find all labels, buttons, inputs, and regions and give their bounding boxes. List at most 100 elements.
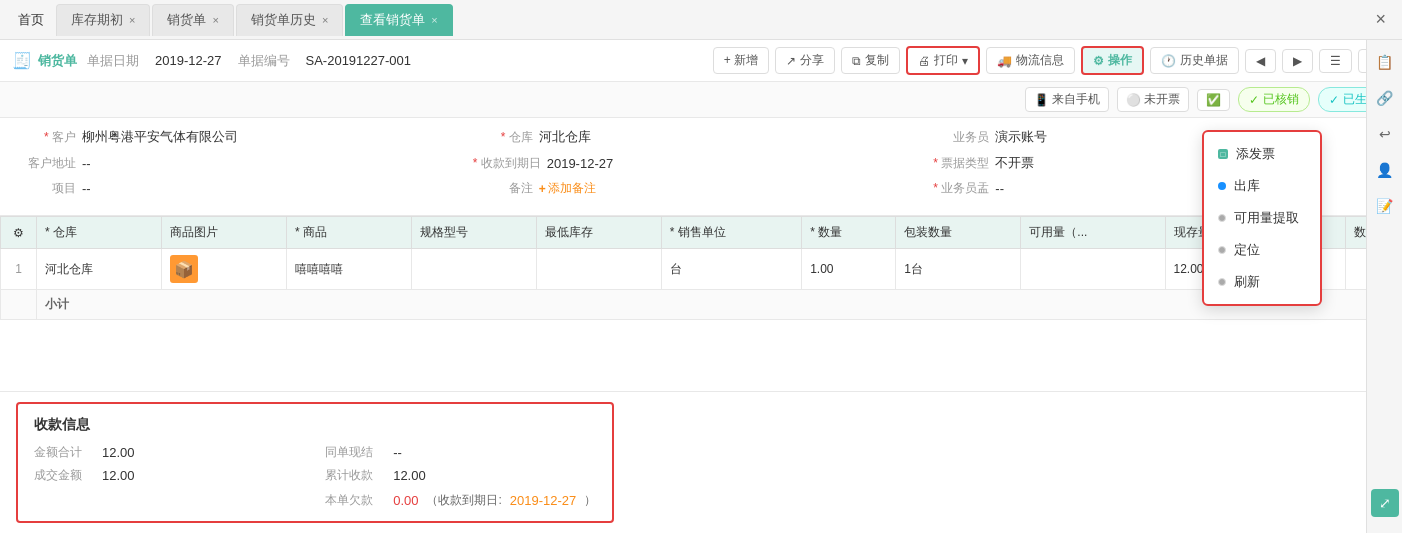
form-row-3: 项目 -- 备注 + 添加备注 业务员盂 -- xyxy=(16,180,1386,197)
note-label: 备注 xyxy=(473,180,533,197)
row-warehouse: 河北仓库 xyxy=(37,249,162,290)
history-button[interactable]: 🕐 历史单据 xyxy=(1150,47,1239,74)
locate-icon xyxy=(1218,246,1226,254)
ticket-type-value: 不开票 xyxy=(995,154,1034,172)
due-date-label: 收款到期日 xyxy=(473,155,541,172)
tab-view-sales-close[interactable]: × xyxy=(431,14,437,26)
share-button[interactable]: ↗ 分享 xyxy=(775,47,835,74)
table-header-row: ⚙ * 仓库 商品图片 * 商品 规格型号 最低库存 * 销售单位 * 数量 包… xyxy=(1,217,1402,249)
sidebar-icon-1[interactable]: 📋 xyxy=(1371,48,1399,76)
sidebar-icon-5[interactable]: 📝 xyxy=(1371,192,1399,220)
operation-icon: ⚙ xyxy=(1093,54,1104,68)
row-num: 1 xyxy=(1,249,37,290)
tab-inventory-label: 库存期初 xyxy=(71,11,123,29)
same-order-label: 同单现结 xyxy=(325,444,385,461)
tab-sales-history-label: 销货单历史 xyxy=(251,11,316,29)
customer-value: 柳州粤港平安气体有限公司 xyxy=(82,128,238,146)
verified-icon: ✓ xyxy=(1249,93,1259,107)
locate-label: 定位 xyxy=(1234,241,1260,259)
sidebar-icon-4[interactable]: 👤 xyxy=(1371,156,1399,184)
tab-view-sales[interactable]: 查看销货单 × xyxy=(345,4,452,36)
row-qty: 1.00 xyxy=(802,249,896,290)
dropdown-locate[interactable]: 定位 xyxy=(1204,234,1320,266)
subtotal-label: 小计 xyxy=(37,290,1402,320)
add-button[interactable]: + 新增 xyxy=(713,47,769,74)
tab-bar: 首页 库存期初 × 销货单 × 销货单历史 × 查看销货单 × × xyxy=(0,0,1402,40)
col-available: 可用量（... xyxy=(1021,217,1165,249)
sidebar-icon-expand[interactable]: ⤢ xyxy=(1371,489,1399,517)
doc-meta: 单据日期 2019-12-27 单据编号 SA-20191227-001 xyxy=(87,52,411,70)
sidebar-icon-3[interactable]: ↩ xyxy=(1371,120,1399,148)
col-product-img: 商品图片 xyxy=(161,217,286,249)
tab-sales-history-close[interactable]: × xyxy=(322,14,328,26)
out-warehouse-label: 出库 xyxy=(1234,177,1260,195)
date-label: 单据日期 xyxy=(87,52,139,70)
product-table: ⚙ * 仓库 商品图片 * 商品 规格型号 最低库存 * 销售单位 * 数量 包… xyxy=(0,216,1402,320)
total-label: 金额合计 xyxy=(34,444,94,461)
dropdown-out-warehouse[interactable]: 出库 xyxy=(1204,170,1320,202)
same-order-row: 同单现结 -- xyxy=(325,444,596,461)
project-field: 项目 -- xyxy=(16,180,473,197)
form-row-2: 客户地址 -- 收款到期日 2019-12-27 票据类型 不开票 xyxy=(16,154,1386,172)
cumulative-label: 累计收款 xyxy=(325,467,385,484)
number-value: SA-20191227-001 xyxy=(306,53,412,68)
add-note-button[interactable]: + 添加备注 xyxy=(539,180,596,197)
grid-view-button[interactable]: ☰ xyxy=(1319,49,1352,73)
toolbar-row1: 🧾 销货单 单据日期 2019-12-27 单据编号 SA-20191227-0… xyxy=(0,40,1402,82)
from-phone-button[interactable]: 📱 来自手机 xyxy=(1025,87,1109,112)
phone-icon: 📱 xyxy=(1034,93,1049,107)
col-gear: ⚙ xyxy=(1,217,37,249)
toolbar-actions: + 新增 ↗ 分享 ⧉ 复制 🖨 打印 ▾ 🚚 物流信息 xyxy=(713,46,1390,75)
not-opened-button[interactable]: ⚪ 未开票 xyxy=(1117,87,1189,112)
tab-sales-close[interactable]: × xyxy=(212,14,218,26)
available-pickup-label: 可用量提取 xyxy=(1234,209,1299,227)
customer-label: 客户 xyxy=(16,129,76,146)
doc-type-label: 销货单 xyxy=(38,52,77,70)
refresh-label: 刷新 xyxy=(1234,273,1260,291)
plus-icon: + xyxy=(539,182,546,196)
table-row: 1 河北仓库 📦 嘻嘻嘻嘻 台 1.00 1台 xyxy=(1,249,1402,290)
transaction-value: 12.00 xyxy=(102,468,135,483)
payment-title: 收款信息 xyxy=(34,416,596,434)
number-label: 单据编号 xyxy=(238,52,290,70)
col-product: * 商品 xyxy=(286,217,411,249)
copy-icon: ⧉ xyxy=(852,54,861,68)
out-warehouse-icon xyxy=(1218,182,1226,190)
prev-button[interactable]: ◀ xyxy=(1245,49,1276,73)
row-product-img: 📦 xyxy=(161,249,286,290)
staff-value: 演示账号 xyxy=(995,128,1047,146)
sidebar-icon-2[interactable]: 🔗 xyxy=(1371,84,1399,112)
tab-inventory[interactable]: 库存期初 × xyxy=(56,4,150,36)
close-window-button[interactable]: × xyxy=(1367,9,1394,30)
tab-inventory-close[interactable]: × xyxy=(129,14,135,26)
project-label: 项目 xyxy=(16,180,76,197)
staff-label: 业务员 xyxy=(929,129,989,146)
add-invoice-icon: □ xyxy=(1218,149,1228,159)
effective-icon: ✓ xyxy=(1329,93,1339,107)
check-icon-button[interactable]: ✅ xyxy=(1197,89,1230,111)
dropdown-refresh[interactable]: 刷新 xyxy=(1204,266,1320,298)
transaction-row: 成交金额 12.00 xyxy=(34,467,305,484)
payment-info-box: 收款信息 金额合计 12.00 同单现结 -- 成交金额 12.00 xyxy=(16,402,614,523)
logistics-button[interactable]: 🚚 物流信息 xyxy=(986,47,1075,74)
print-button[interactable]: 🖨 打印 ▾ xyxy=(906,46,980,75)
form-area: 客户 柳州粤港平安气体有限公司 仓库 河北仓库 业务员 演示账号 客户地址 -- xyxy=(0,118,1402,216)
due-date-value: 2019-12-27 xyxy=(547,156,614,171)
arrears-due-date: 2019-12-27 xyxy=(510,493,577,508)
address-field: 客户地址 -- xyxy=(16,155,473,172)
col-pack-qty: 包装数量 xyxy=(896,217,1021,249)
address-value: -- xyxy=(82,156,91,171)
tab-sales[interactable]: 销货单 × xyxy=(152,4,233,36)
next-button[interactable]: ▶ xyxy=(1282,49,1313,73)
copy-button[interactable]: ⧉ 复制 xyxy=(841,47,900,74)
dropdown-add-invoice[interactable]: □ 添发票 xyxy=(1204,138,1320,170)
verified-badge[interactable]: ✓ 已核销 xyxy=(1238,87,1310,112)
operation-button[interactable]: ⚙ 操作 xyxy=(1081,46,1144,75)
row-unit: 台 xyxy=(661,249,801,290)
payment-grid: 金额合计 12.00 同单现结 -- 成交金额 12.00 累计收款 12.00 xyxy=(34,444,596,509)
dropdown-available-pickup[interactable]: 可用量提取 xyxy=(1204,202,1320,234)
main-content: 🧾 销货单 单据日期 2019-12-27 单据编号 SA-20191227-0… xyxy=(0,40,1402,533)
tab-sales-history[interactable]: 销货单历史 × xyxy=(236,4,343,36)
tab-home[interactable]: 首页 xyxy=(8,5,54,35)
subtotal-label-cell xyxy=(1,290,37,320)
